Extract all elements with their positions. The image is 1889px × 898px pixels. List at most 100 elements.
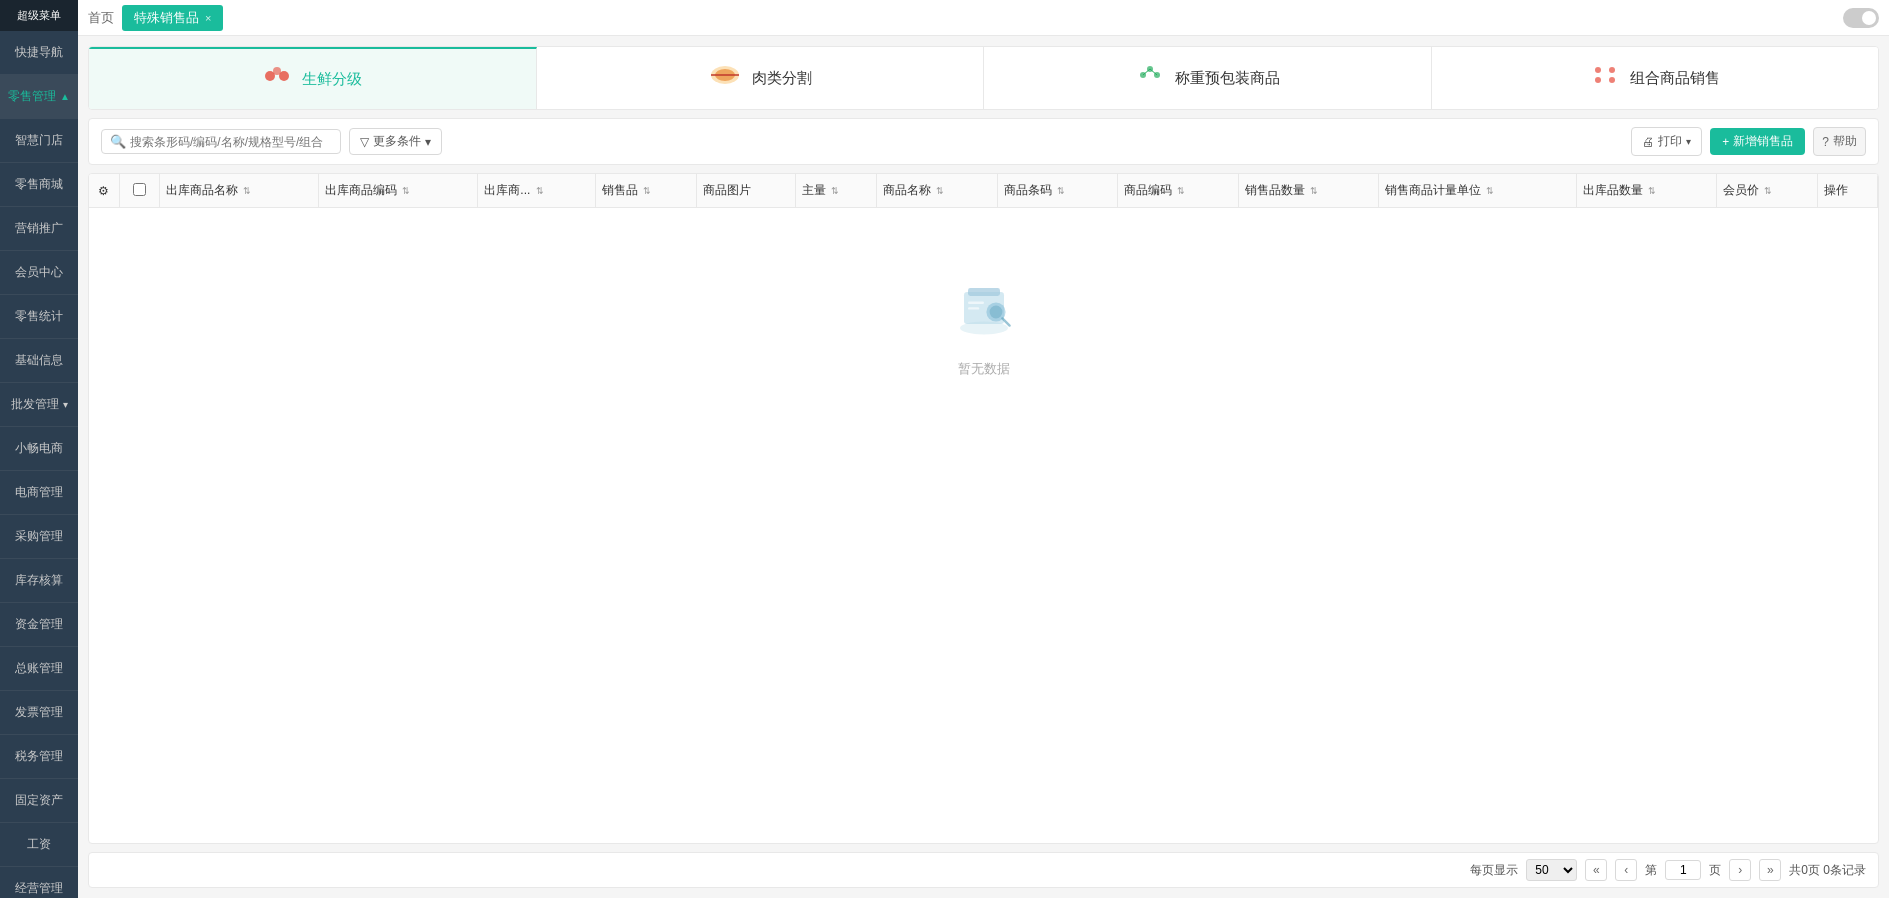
sidebar-item-label: 会员中心 — [15, 264, 63, 281]
fresh-grade-icon — [262, 63, 292, 95]
sidebar-item-ecomm-mgmt[interactable]: 电商管理 — [0, 471, 78, 515]
sort-icon: ⇅ — [1057, 186, 1065, 196]
sidebar-item-retail-mall[interactable]: 零售商城 — [0, 163, 78, 207]
toggle-button[interactable] — [1843, 8, 1879, 28]
sidebar-item-quick-nav[interactable]: 快捷导航 — [0, 31, 78, 75]
table-wrapper: ⚙ 出库商品名称 ⇅ 出库商品编码 ⇅ — [88, 173, 1879, 844]
col-label: 会员价 — [1723, 183, 1759, 197]
search-input[interactable] — [130, 135, 332, 149]
sidebar-item-wholesale-mgmt[interactable]: 批发管理 ▾ — [0, 383, 78, 427]
chevron-icon: ▾ — [63, 399, 68, 410]
sidebar-item-invoice-mgmt[interactable]: 发票管理 — [0, 691, 78, 735]
sidebar-item-mini-ecomm[interactable]: 小畅电商 — [0, 427, 78, 471]
svg-point-19 — [989, 306, 1002, 319]
sidebar-item-tax-mgmt[interactable]: 税务管理 — [0, 735, 78, 779]
sidebar-item-general-ledger[interactable]: 总账管理 — [0, 647, 78, 691]
empty-text: 暂无数据 — [958, 360, 1010, 378]
print-icon: 🖨 — [1642, 135, 1654, 149]
last-page-button[interactable]: » — [1759, 859, 1781, 881]
sidebar-item-label: 零售统计 — [15, 308, 63, 325]
svg-point-12 — [1609, 67, 1615, 73]
col-goods-name[interactable]: 商品名称 ⇅ — [877, 174, 998, 208]
home-breadcrumb[interactable]: 首页 — [88, 9, 114, 27]
empty-state: 暂无数据 — [89, 208, 1878, 438]
col-goods-image[interactable]: 商品图片 — [696, 174, 795, 208]
sidebar-item-label: 零售管理 — [8, 88, 56, 105]
first-page-button[interactable]: « — [1585, 859, 1607, 881]
close-tab-icon[interactable]: × — [205, 12, 211, 24]
select-all-checkbox[interactable] — [133, 183, 146, 196]
sort-icon: ⇅ — [1764, 186, 1772, 196]
sort-icon: ⇅ — [1648, 186, 1656, 196]
sidebar-item-label: 基础信息 — [15, 352, 63, 369]
per-page-select[interactable]: 50 10 20 100 — [1526, 859, 1577, 881]
col-main-qty[interactable]: 主量 ⇅ — [795, 174, 877, 208]
sidebar-item-label: 经营管理 — [15, 880, 63, 897]
svg-rect-22 — [968, 307, 979, 309]
col-out-goods-spec[interactable]: 出库商... ⇅ — [478, 174, 595, 208]
help-button[interactable]: ? 帮助 — [1813, 127, 1866, 156]
filter-button[interactable]: ▽ 更多条件 ▾ — [349, 128, 442, 155]
tab-combo-sale-label: 组合商品销售 — [1630, 69, 1720, 88]
sort-icon: ⇅ — [1177, 186, 1185, 196]
sort-icon: ⇅ — [243, 186, 251, 196]
prev-page-button[interactable]: ‹ — [1615, 859, 1637, 881]
print-button[interactable]: 🖨 打印 ▾ — [1631, 127, 1702, 156]
col-operation: 操作 — [1817, 174, 1877, 208]
sidebar-item-retail-mgmt[interactable]: 零售管理 ▲ — [0, 75, 78, 119]
tab-weigh-pack[interactable]: 称重预包装商品 — [984, 47, 1432, 109]
sidebar-item-label: 税务管理 — [15, 748, 63, 765]
col-label: 商品图片 — [703, 183, 751, 197]
tab-combo-sale[interactable]: 组合商品销售 — [1432, 47, 1879, 109]
col-sale-qty[interactable]: 销售品数量 ⇅ — [1238, 174, 1378, 208]
sidebar-item-label: 采购管理 — [15, 528, 63, 545]
page-input[interactable] — [1665, 860, 1701, 880]
sidebar-item-sales-promo[interactable]: 营销推广 — [0, 207, 78, 251]
col-label: 出库商品名称 — [166, 183, 238, 197]
sidebar: 超级菜单 快捷导航 零售管理 ▲ 智慧门店 零售商城 营销推广 会员中心 零售统… — [0, 0, 78, 898]
sidebar-item-label: 固定资产 — [15, 792, 63, 809]
col-sale-goods[interactable]: 销售品 ⇅ — [595, 174, 696, 208]
col-out-qty[interactable]: 出库品数量 ⇅ — [1576, 174, 1716, 208]
sidebar-item-member-center[interactable]: 会员中心 — [0, 251, 78, 295]
table-scroll-area[interactable]: ⚙ 出库商品名称 ⇅ 出库商品编码 ⇅ — [89, 174, 1878, 843]
total-label: 共0页 0条记录 — [1789, 862, 1866, 879]
tab-fresh-grade[interactable]: 生鲜分级 — [89, 47, 537, 109]
help-label: 帮助 — [1833, 133, 1857, 150]
sidebar-item-label: 总账管理 — [15, 660, 63, 677]
settings-icon: ⚙ — [98, 184, 109, 198]
weigh-pack-icon — [1135, 62, 1165, 94]
col-label: 出库品数量 — [1583, 183, 1643, 197]
sidebar-item-retail-stats[interactable]: 零售统计 — [0, 295, 78, 339]
combo-sale-icon — [1590, 62, 1620, 94]
sidebar-item-smart-store[interactable]: 智慧门店 — [0, 119, 78, 163]
active-tab[interactable]: 特殊销售品 × — [122, 5, 223, 31]
tab-meat-split[interactable]: 肉类分割 — [537, 47, 985, 109]
empty-illustration — [944, 268, 1024, 348]
col-goods-barcode[interactable]: 商品条码 ⇅ — [997, 174, 1118, 208]
sidebar-item-capital-mgmt[interactable]: 资金管理 — [0, 603, 78, 647]
col-sale-unit[interactable]: 销售商品计量单位 ⇅ — [1378, 174, 1576, 208]
help-icon: ? — [1822, 135, 1829, 149]
col-checkbox[interactable] — [119, 174, 159, 208]
filter-label: 更多条件 — [373, 133, 421, 150]
col-member-price[interactable]: 会员价 ⇅ — [1716, 174, 1817, 208]
add-button[interactable]: + 新增销售品 — [1710, 128, 1805, 155]
app-logo: 超级菜单 — [0, 0, 78, 31]
sidebar-item-inventory[interactable]: 库存核算 — [0, 559, 78, 603]
sort-icon: ⇅ — [536, 186, 544, 196]
next-page-button[interactable]: › — [1729, 859, 1751, 881]
col-goods-code[interactable]: 商品编码 ⇅ — [1118, 174, 1239, 208]
sidebar-item-fixed-assets[interactable]: 固定资产 — [0, 779, 78, 823]
col-out-goods-code[interactable]: 出库商品编码 ⇅ — [318, 174, 477, 208]
sidebar-item-ops-mgmt[interactable]: 经营管理 — [0, 867, 78, 898]
col-settings[interactable]: ⚙ — [89, 174, 119, 208]
col-out-goods-name[interactable]: 出库商品名称 ⇅ — [159, 174, 318, 208]
sidebar-item-basic-info[interactable]: 基础信息 — [0, 339, 78, 383]
sidebar-item-labor[interactable]: 工资 — [0, 823, 78, 867]
content-area: 生鲜分级 肉类分割 — [78, 36, 1889, 898]
toolbar-right: 🖨 打印 ▾ + 新增销售品 ? 帮助 — [1631, 127, 1866, 156]
col-label: 销售品数量 — [1245, 183, 1305, 197]
sidebar-item-purchase-mgmt[interactable]: 采购管理 — [0, 515, 78, 559]
sidebar-item-label: 营销推广 — [15, 220, 63, 237]
